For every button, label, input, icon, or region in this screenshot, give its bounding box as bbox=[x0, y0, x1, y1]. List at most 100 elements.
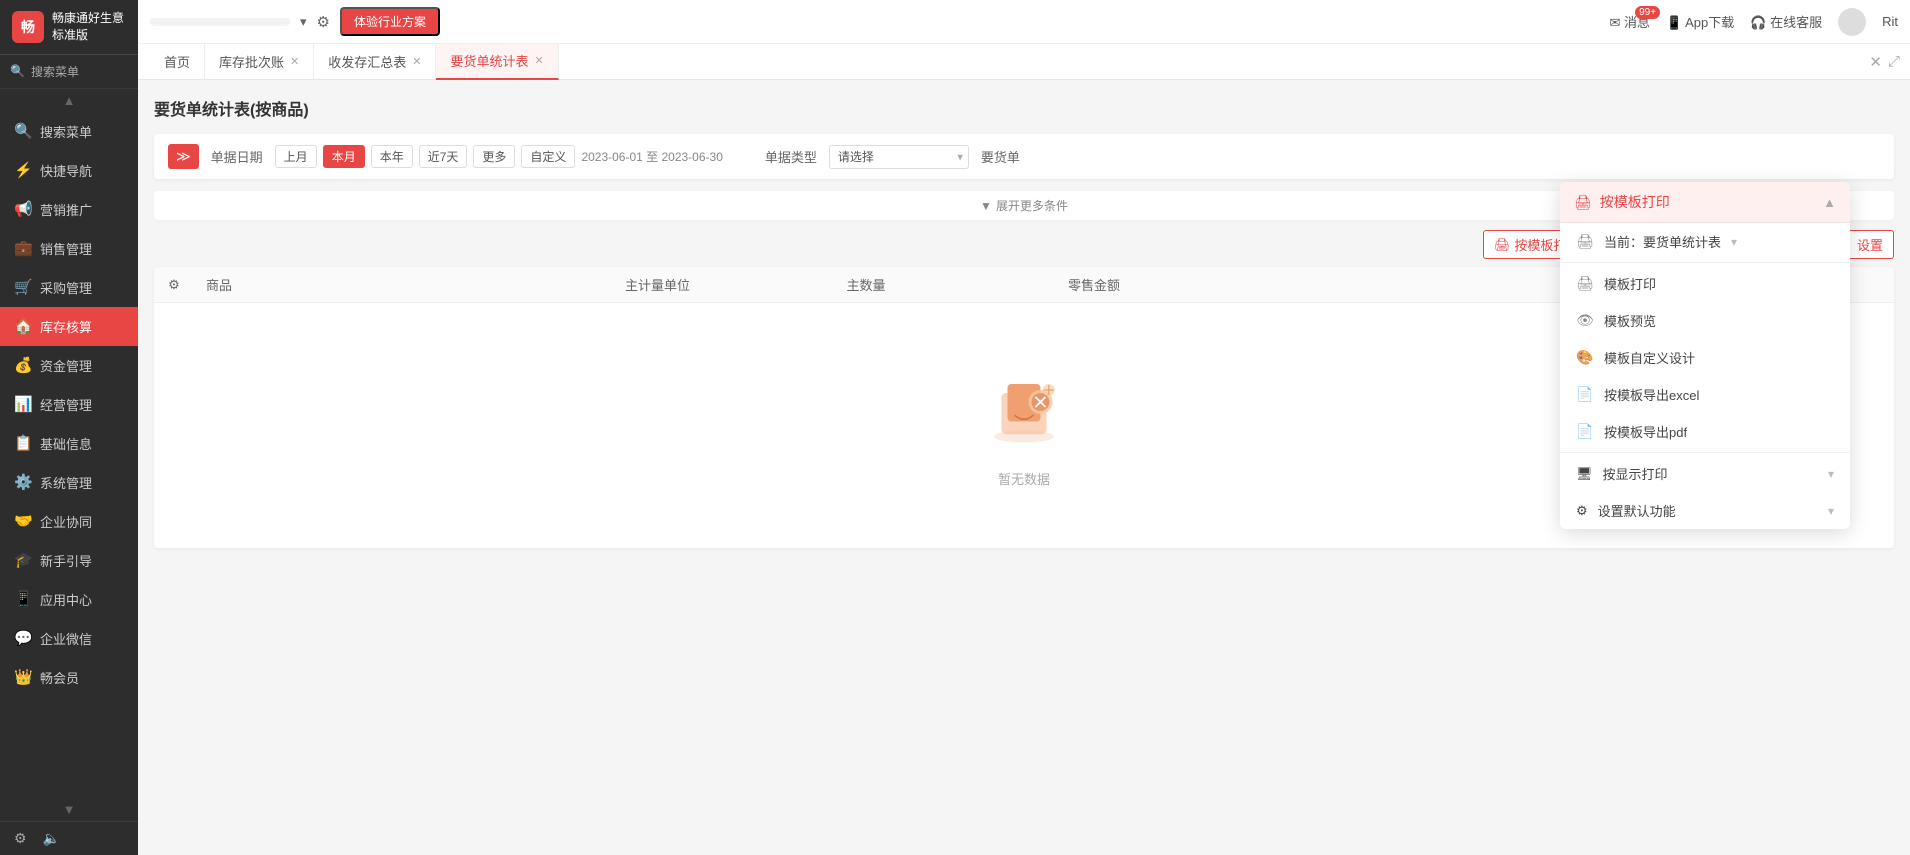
col-product-header: 商品 bbox=[194, 275, 613, 294]
sidebar-item-marketing[interactable]: 📢 营销推广 bbox=[0, 190, 138, 229]
dropdown-item-template-excel[interactable]: 📄 按模板导出excel bbox=[1560, 376, 1850, 413]
col-unit-header: 主计量单位 bbox=[613, 275, 835, 294]
nav-label-member: 畅会员 bbox=[40, 668, 79, 687]
dropdown-collapse-btn[interactable]: ▲ bbox=[1823, 195, 1836, 210]
tab-inventory-batch[interactable]: 库存批次账 ✕ bbox=[205, 44, 314, 80]
sidebar-header: 畅 畅康通好生意 标准版 bbox=[0, 0, 138, 55]
settings-icon[interactable]: ⚙ bbox=[14, 830, 27, 847]
set-default-icon: ⚙ bbox=[1576, 503, 1588, 519]
template-preview-icon: 👁 bbox=[1576, 312, 1594, 329]
topbar-gear-btn[interactable]: ⚙ bbox=[317, 13, 330, 31]
dropdown-item-template-custom[interactable]: 🎨 模板自定义设计 bbox=[1560, 339, 1850, 376]
date-btn-custom[interactable]: 自定义 bbox=[521, 145, 575, 168]
nav-label-search: 搜索菜单 bbox=[40, 122, 92, 141]
dropdown-item-template-print[interactable]: 🖨 模板打印 bbox=[1560, 265, 1850, 302]
sidebar-item-sales[interactable]: 💼 销售管理 bbox=[0, 229, 138, 268]
tab-inventory-batch-close[interactable]: ✕ bbox=[290, 55, 299, 68]
tab-maximize-btn[interactable]: ⤢ bbox=[1888, 53, 1900, 70]
scroll-up-btn[interactable]: ▲ bbox=[0, 89, 138, 112]
tab-order-stats-close[interactable]: ✕ bbox=[535, 54, 544, 67]
nav-label-quicknav: 快捷导航 bbox=[40, 161, 92, 180]
dropdown-divider-1 bbox=[1560, 262, 1850, 263]
template-excel-icon: 📄 bbox=[1576, 386, 1594, 403]
dropdown-title-area: 🖨 按模板打印 bbox=[1574, 192, 1670, 212]
tab-receivable[interactable]: 收发存汇总表 ✕ bbox=[314, 44, 436, 80]
user-avatar[interactable] bbox=[1838, 8, 1866, 36]
sidebar-item-wechat[interactable]: 💬 企业微信 bbox=[0, 619, 138, 658]
tab-home[interactable]: 首页 bbox=[150, 44, 205, 80]
date-btn-last-month[interactable]: 上月 bbox=[275, 145, 317, 168]
nav-icon-purchase: 🛒 bbox=[14, 278, 32, 296]
topbar-message-btn[interactable]: ✉ 消息 99+ bbox=[1610, 12, 1651, 31]
template-preview-label: 模板预览 bbox=[1604, 311, 1656, 330]
tabs-bar-right: ✕ ⤢ bbox=[1869, 53, 1910, 71]
type-filter-label: 单据类型 bbox=[765, 147, 817, 166]
settings-btn[interactable]: 设置 bbox=[1846, 230, 1894, 259]
sidebar-search[interactable]: 🔍 搜索菜单 bbox=[0, 55, 138, 89]
date-btn-this-month[interactable]: 本月 bbox=[323, 145, 365, 168]
sidebar-item-appstore[interactable]: 📱 应用中心 bbox=[0, 580, 138, 619]
print-icon: 🖨 bbox=[1494, 237, 1511, 253]
tab-inventory-batch-label: 库存批次账 bbox=[219, 52, 284, 71]
col-settings[interactable]: ⚙ bbox=[154, 277, 194, 293]
template-print-label: 模板打印 bbox=[1604, 274, 1656, 293]
date-btn-this-year[interactable]: 本年 bbox=[371, 145, 413, 168]
nav-icon-basic: 📋 bbox=[14, 434, 32, 452]
scroll-down-btn[interactable]: ▼ bbox=[0, 798, 138, 821]
nav-icon-system: ⚙️ bbox=[14, 473, 32, 491]
template-pdf-label: 按模板导出pdf bbox=[1604, 422, 1687, 441]
dropdown-item-set-default[interactable]: ⚙ 设置默认功能 ▾ bbox=[1560, 492, 1850, 529]
tab-order-stats[interactable]: 要货单统计表 ✕ bbox=[436, 44, 558, 80]
sidebar-item-newbie[interactable]: 🎓 新手引导 bbox=[0, 541, 138, 580]
sidebar-brand: 畅康通好生意 标准版 bbox=[52, 10, 124, 44]
tab-receivable-label: 收发存汇总表 bbox=[328, 52, 406, 71]
type-select[interactable]: 请选择 bbox=[829, 145, 969, 169]
nav-label-wechat: 企业微信 bbox=[40, 629, 92, 648]
search-icon: 🔍 bbox=[10, 64, 25, 78]
sidebar-item-purchase[interactable]: 🛒 采购管理 bbox=[0, 268, 138, 307]
dropdown-controls: ▲ bbox=[1823, 195, 1836, 210]
template-custom-icon: 🎨 bbox=[1576, 349, 1594, 366]
sidebar-item-search[interactable]: 🔍 搜索菜单 bbox=[0, 112, 138, 151]
nav-label-sales: 销售管理 bbox=[40, 239, 92, 258]
sidebar-item-system[interactable]: ⚙️ 系统管理 bbox=[0, 463, 138, 502]
template-excel-label: 按模板导出excel bbox=[1604, 385, 1699, 404]
dropdown-item-template-pdf[interactable]: 📄 按模板导出pdf bbox=[1560, 413, 1850, 450]
topbar-dropdown-btn[interactable]: ▾ bbox=[300, 14, 307, 30]
tab-receivable-close[interactable]: ✕ bbox=[412, 55, 421, 68]
type-select-wrap: 请选择 bbox=[829, 145, 969, 169]
sidebar-item-collab[interactable]: 🤝 企业协同 bbox=[0, 502, 138, 541]
filter-expand-btn[interactable]: ≫ bbox=[168, 144, 199, 169]
topbar-service-btn[interactable]: 🎧 在线客服 bbox=[1750, 12, 1822, 31]
display-print-icon: 🖥 bbox=[1576, 466, 1593, 482]
sidebar-item-member[interactable]: 👑 畅会员 bbox=[0, 658, 138, 697]
sidebar-item-inventory[interactable]: 🏠 库存核算 bbox=[0, 307, 138, 346]
dropdown-current-item[interactable]: 🖨 当前：要货单统计表 ▾ bbox=[1560, 223, 1850, 260]
sidebar-item-quicknav[interactable]: ⚡ 快捷导航 bbox=[0, 151, 138, 190]
sidebar-nav: 🔍 搜索菜单 ⚡ 快捷导航 📢 营销推广 💼 销售管理 🛒 采购管理 🏠 库存核… bbox=[0, 112, 138, 798]
dropdown-item-template-preview[interactable]: 👁 模板预览 bbox=[1560, 302, 1850, 339]
main-area: ▾ ⚙ 体验行业方案 ✉ 消息 99+ 📱 App下载 🎧 在线客服 Rit 首… bbox=[138, 0, 1910, 855]
nav-icon-search: 🔍 bbox=[14, 122, 32, 140]
set-default-label: 设置默认功能 bbox=[1598, 501, 1676, 520]
sidebar-item-operation[interactable]: 📊 经营管理 bbox=[0, 385, 138, 424]
nav-label-inventory: 库存核算 bbox=[40, 317, 92, 336]
nav-label-operation: 经营管理 bbox=[40, 395, 92, 414]
tab-close-all-btn[interactable]: ✕ bbox=[1869, 53, 1882, 71]
audio-icon[interactable]: 🔈 bbox=[43, 830, 60, 847]
topbar-app-btn[interactable]: 📱 App下载 bbox=[1666, 12, 1734, 31]
topbar-right: ✉ 消息 99+ 📱 App下载 🎧 在线客服 Rit bbox=[1610, 8, 1899, 36]
topbar-promo-btn[interactable]: 体验行业方案 bbox=[340, 7, 440, 36]
username-label[interactable]: Rit bbox=[1882, 14, 1898, 29]
sidebar-item-basic[interactable]: 📋 基础信息 bbox=[0, 424, 138, 463]
date-btn-more[interactable]: 更多 bbox=[473, 145, 515, 168]
date-btn-7days[interactable]: 近7天 bbox=[419, 145, 468, 168]
dropdown-item-display-print[interactable]: 🖥 按显示打印 ▾ bbox=[1560, 455, 1850, 492]
expand-icon: ▼ bbox=[980, 199, 992, 213]
yaohuo-label: 要货单 bbox=[981, 147, 1020, 166]
print-dropdown-menu: 🖨 按模板打印 ▲ 🖨 当前：要货单统计表 ▾ 🖨 模板打印 👁 模板预览 bbox=[1560, 182, 1850, 529]
col-qty-header: 主数量 bbox=[835, 275, 1057, 294]
nav-label-finance: 资金管理 bbox=[40, 356, 92, 375]
sidebar-item-finance[interactable]: 💰 资金管理 bbox=[0, 346, 138, 385]
expand-more-btn[interactable]: ▼ 展开更多条件 bbox=[980, 197, 1068, 214]
